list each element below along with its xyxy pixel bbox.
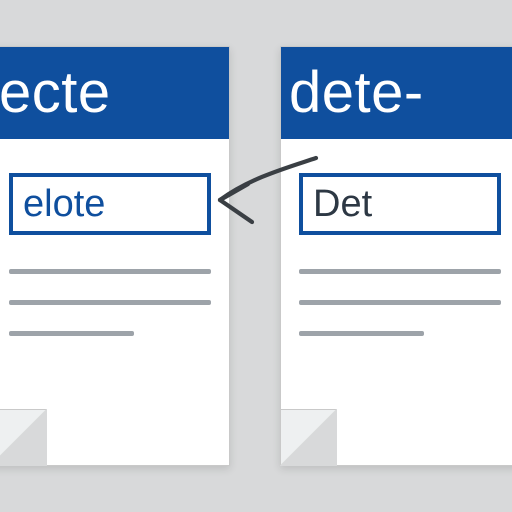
document-left-header: ecte <box>0 47 229 139</box>
document-left-body: elote <box>0 139 229 336</box>
text-line <box>9 300 211 305</box>
text-line <box>299 269 501 274</box>
document-left-field: elote <box>9 173 211 235</box>
text-line <box>299 300 501 305</box>
page-fold-icon <box>0 409 47 465</box>
text-line <box>9 331 134 336</box>
document-right: dete- Det <box>280 46 512 466</box>
document-right-field: Det <box>299 173 501 235</box>
document-left: ecte elote <box>0 46 230 466</box>
document-right-body: Det <box>281 139 512 336</box>
text-line <box>299 331 424 336</box>
document-left-lines <box>9 269 211 336</box>
document-right-header: dete- <box>281 47 512 139</box>
text-line <box>9 269 211 274</box>
page-fold-icon <box>281 409 337 465</box>
document-right-lines <box>299 269 501 336</box>
